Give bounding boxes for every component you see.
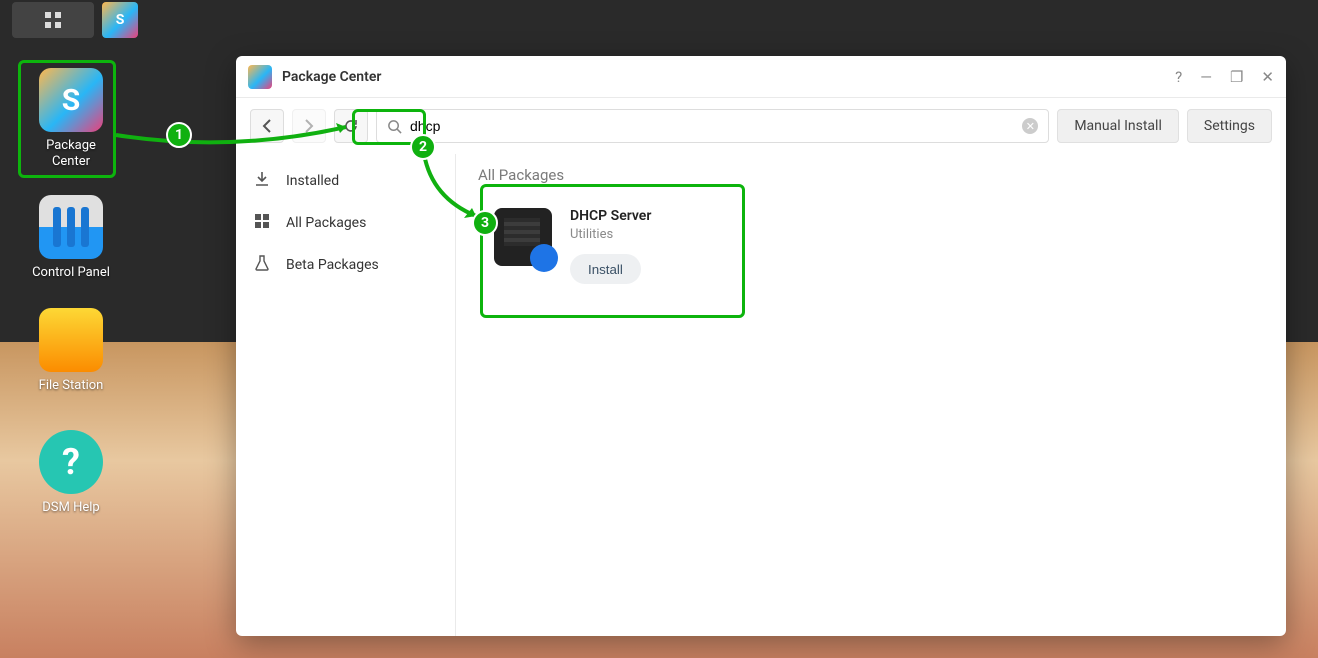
search-box: ✕ xyxy=(376,109,1049,143)
help-icon[interactable]: ? xyxy=(1175,68,1182,86)
content-area: All Packages DHCP Server Utilities Insta… xyxy=(456,154,1286,636)
nav-back-button[interactable] xyxy=(250,109,284,143)
toolbar: ✕ Manual Install Settings xyxy=(236,98,1286,154)
grid-icon xyxy=(44,11,62,29)
desktop-icon-control-panel[interactable]: Control Panel xyxy=(26,195,116,281)
annotation-badge-3: 3 xyxy=(472,210,498,236)
dhcp-server-icon xyxy=(494,208,552,266)
desktop-icon-package-center[interactable]: S Package Center xyxy=(26,68,116,169)
desktop-icon-dsm-help[interactable]: ? DSM Help xyxy=(26,430,116,516)
sidebar: Installed All Packages Beta Packages xyxy=(236,154,456,636)
minimize-button[interactable]: — xyxy=(1200,68,1212,86)
refresh-icon xyxy=(343,118,359,134)
close-button[interactable]: ✕ xyxy=(1261,68,1274,86)
desktop-icon-label: DSM Help xyxy=(26,500,116,516)
nav-forward-button[interactable] xyxy=(292,109,326,143)
desktop-icon-label: Package Center xyxy=(26,138,116,169)
package-center-icon: S xyxy=(39,68,103,132)
dsm-help-icon: ? xyxy=(39,430,103,494)
package-center-window: Package Center ? — ❐ ✕ ✕ Manual Install … xyxy=(236,56,1286,636)
beta-icon xyxy=(254,255,272,275)
install-button[interactable]: Install xyxy=(570,254,641,284)
annotation-badge-2: 2 xyxy=(410,134,436,160)
taskbar: S xyxy=(0,0,150,40)
manual-install-button[interactable]: Manual Install xyxy=(1057,109,1179,143)
grid-icon xyxy=(254,213,272,233)
window-titlebar: Package Center ? — ❐ ✕ xyxy=(236,56,1286,98)
package-meta: DHCP Server Utilities Install xyxy=(570,208,651,284)
file-station-icon xyxy=(39,308,103,372)
desktop-icon-label: Control Panel xyxy=(26,265,116,281)
search-icon xyxy=(387,119,402,134)
package-category: Utilities xyxy=(570,227,651,242)
desktop-icon-label: File Station xyxy=(26,378,116,394)
search-input[interactable] xyxy=(410,118,1014,134)
sidebar-item-all-packages[interactable]: All Packages xyxy=(236,202,455,244)
taskbar-app-package-center[interactable]: S xyxy=(102,2,138,38)
taskbar-menu[interactable] xyxy=(12,2,94,38)
sidebar-item-label: Beta Packages xyxy=(286,257,379,273)
settings-button[interactable]: Settings xyxy=(1187,109,1272,143)
chevron-left-icon xyxy=(262,119,272,133)
section-title: All Packages xyxy=(478,166,1266,184)
control-panel-icon xyxy=(39,195,103,259)
desktop-icon-file-station[interactable]: File Station xyxy=(26,308,116,394)
window-app-icon xyxy=(248,65,272,89)
annotation-badge-1: 1 xyxy=(166,122,192,148)
sidebar-item-label: Installed xyxy=(286,173,339,189)
sidebar-item-installed[interactable]: Installed xyxy=(236,160,455,202)
package-name: DHCP Server xyxy=(570,208,651,224)
window-title: Package Center xyxy=(282,69,1175,85)
sidebar-item-beta-packages[interactable]: Beta Packages xyxy=(236,244,455,286)
window-body: Installed All Packages Beta Packages All… xyxy=(236,154,1286,636)
download-icon xyxy=(254,171,272,191)
sidebar-item-label: All Packages xyxy=(286,215,366,231)
window-controls: ? — ❐ ✕ xyxy=(1175,68,1274,86)
chevron-right-icon xyxy=(304,119,314,133)
refresh-button[interactable] xyxy=(334,109,368,143)
maximize-button[interactable]: ❐ xyxy=(1230,68,1243,86)
clear-search-button[interactable]: ✕ xyxy=(1022,118,1038,134)
package-card-dhcp-server[interactable]: DHCP Server Utilities Install xyxy=(476,194,728,300)
